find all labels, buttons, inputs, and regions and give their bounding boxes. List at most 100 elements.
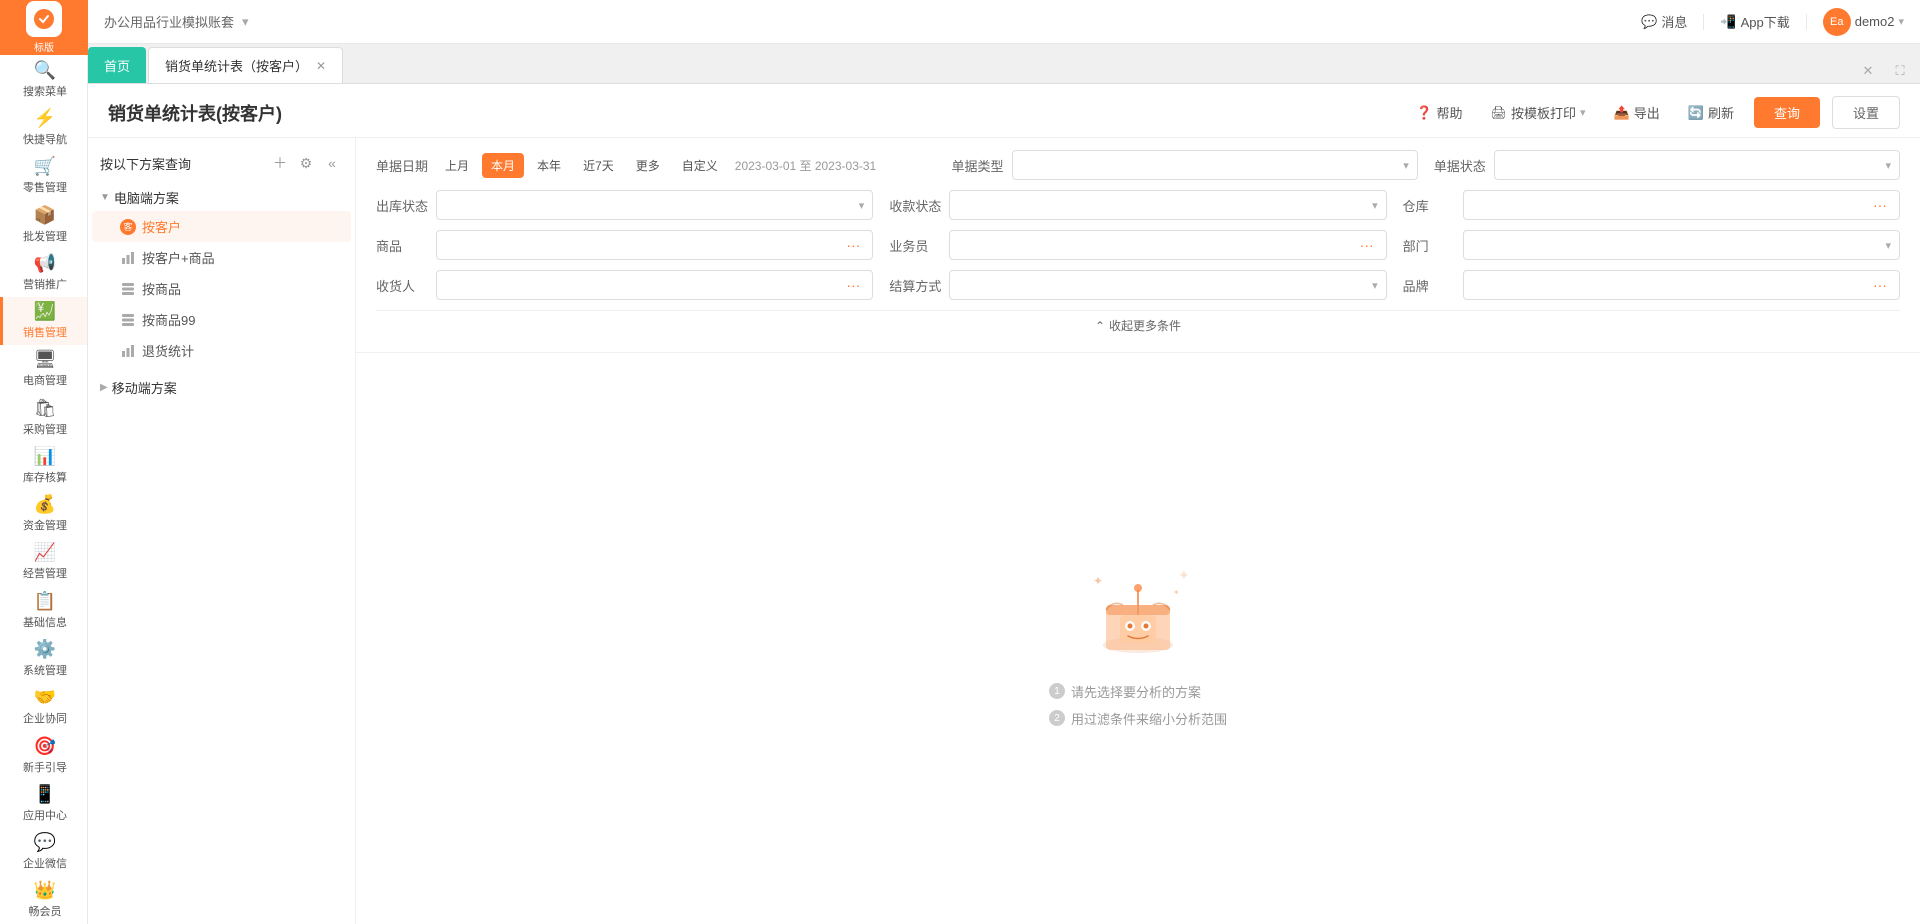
collapse-panel-btn[interactable]: « [321, 152, 343, 174]
filter-receipt-status: 收款状态 ▾ [889, 190, 1386, 220]
refresh-label: 刷新 [1708, 103, 1734, 122]
scheme-group-mobile-title[interactable]: ▶ 移动端方案 [88, 374, 355, 401]
receiver-input[interactable]: ··· [436, 270, 873, 300]
scheme-label-by-customer-goods: 按客户+商品 [142, 248, 215, 267]
goods-input[interactable]: ··· [436, 230, 873, 260]
sidebar-item-basic[interactable]: 📋 基础信息 [0, 586, 87, 634]
sidebar-item-purchase[interactable]: 🛍 采购管理 [0, 393, 87, 441]
sidebar-item-corp[interactable]: 🤝 企业协同 [0, 683, 87, 731]
svg-text:✦: ✦ [1173, 588, 1180, 597]
scheme-item-return-stats[interactable]: 退货统计 [92, 335, 351, 366]
filter-status: 单据状态 ▾ [1434, 150, 1900, 180]
top-header: 办公用品行业模拟账套 ▾ 💬 消息 📲 App下载 Ea demo2 ▾ [88, 0, 1920, 44]
download-label: App下载 [1741, 12, 1790, 31]
status-label: 单据状态 [1434, 156, 1486, 175]
message-btn[interactable]: 💬 消息 [1641, 12, 1687, 31]
out-status-select[interactable]: ▾ [436, 190, 873, 220]
tab-home[interactable]: 首页 [88, 47, 146, 83]
settlement-label: 结算方式 [889, 276, 941, 295]
filter-row-2: 出库状态 ▾ 收款状态 ▾ 仓库 [376, 190, 1900, 220]
page-header: 销货单统计表(按客户) ❓ 帮助 🖨 按模板打印 ▾ 📤 导出 🔄 刷新 [88, 84, 1920, 138]
help-btn[interactable]: ❓ 帮助 [1408, 99, 1470, 126]
filter-area: 单据日期 上月 本月 本年 近7天 更多 自定义 2023-03-01 至 20… [356, 138, 1920, 353]
corp-wechat-icon: 💬 [34, 832, 56, 853]
settlement-select[interactable]: ▾ [949, 270, 1386, 300]
print-btn[interactable]: 🖨 按模板打印 ▾ [1483, 99, 1594, 126]
refresh-btn[interactable]: 🔄 刷新 [1680, 99, 1742, 126]
sidebar-item-search[interactable]: 🔍 搜索菜单 [0, 55, 87, 103]
tip-text-1: 请先选择要分析的方案 [1071, 682, 1201, 701]
logo-area: 标版 [0, 0, 88, 55]
sidebar-item-marketing[interactable]: 📢 营销推广 [0, 248, 87, 296]
sidebar-item-newbie[interactable]: 🎯 新手引导 [0, 731, 87, 779]
sidebar-item-retail[interactable]: 🛒 零售管理 [0, 152, 87, 200]
dept-label: 部门 [1403, 236, 1455, 255]
scheme-item-by-customer-goods[interactable]: 按客户+商品 [92, 242, 351, 273]
tab-expand[interactable]: ⛶ [1888, 59, 1912, 83]
newbie-icon: 🎯 [34, 736, 56, 757]
download-btn[interactable]: 📲 App下载 [1720, 12, 1789, 31]
sidebar-item-apps[interactable]: 📱 应用中心 [0, 779, 87, 827]
query-btn[interactable]: 查询 [1754, 97, 1820, 128]
scheme-item-by-goods-99[interactable]: 按商品99 [92, 304, 351, 335]
dept-select[interactable]: ▾ [1463, 230, 1900, 260]
status-select[interactable]: ▾ [1494, 150, 1900, 180]
date-btn-this-month[interactable]: 本月 [482, 153, 524, 178]
divider-2 [1806, 14, 1807, 30]
body-layout: 按以下方案查询 ＋ ⚙ « ▼ 电脑端方案 客 [88, 138, 1920, 924]
date-btn-7days[interactable]: 近7天 [574, 153, 623, 178]
tab-close-btn[interactable]: ✕ [316, 59, 326, 73]
sidebar-item-finance[interactable]: 💰 资金管理 [0, 490, 87, 538]
group-expand-arrow: ▼ [100, 192, 110, 203]
filter-settlement: 结算方式 ▾ [889, 270, 1386, 300]
scheme-group-desktop-title[interactable]: ▼ 电脑端方案 [88, 184, 355, 211]
sidebar-label-inventory: 库存核算 [23, 469, 67, 485]
add-scheme-btn[interactable]: ＋ [269, 152, 291, 174]
sidebar-item-ecommerce[interactable]: 🖥 电商管理 [0, 345, 87, 393]
sidebar-item-ops[interactable]: 📈 经营管理 [0, 538, 87, 586]
scheme-item-by-customer[interactable]: 客 按客户 [92, 211, 351, 242]
sidebar-item-wholesale[interactable]: 📦 批发管理 [0, 200, 87, 248]
filter-goods: 商品 ··· [376, 230, 873, 260]
date-btn-last-month[interactable]: 上月 [436, 153, 478, 178]
sidebar-item-corp-wechat[interactable]: 💬 企业微信 [0, 827, 87, 875]
tab-window-close[interactable]: ✕ [1856, 59, 1880, 83]
page-title: 销货单统计表(按客户) [108, 100, 282, 126]
sidebar-label-apps: 应用中心 [23, 807, 67, 823]
filter-out-status: 出库状态 ▾ [376, 190, 873, 220]
group-desktop-label: 电脑端方案 [114, 188, 179, 207]
scheme-item-by-goods[interactable]: 按商品 [92, 273, 351, 304]
print-label: 按模板打印 [1511, 103, 1576, 122]
header-right: 💬 消息 📲 App下载 Ea demo2 ▾ [1641, 8, 1904, 36]
export-btn[interactable]: 📤 导出 [1606, 99, 1668, 126]
sidebar-label-ops: 经营管理 [23, 565, 67, 581]
search-icon: 🔍 [34, 60, 56, 81]
type-select[interactable]: ▾ [1012, 150, 1418, 180]
sidebar-item-inventory[interactable]: 📊 库存核算 [0, 441, 87, 489]
salesperson-input[interactable]: ··· [949, 230, 1386, 260]
status-chevron-icon: ▾ [1885, 159, 1891, 172]
sidebar-item-members[interactable]: 👑 畅会员 [0, 876, 87, 924]
settings-scheme-btn[interactable]: ⚙ [295, 152, 317, 174]
sidebar-item-quick-nav[interactable]: ⚡ 快捷导航 [0, 103, 87, 151]
filter-salesperson: 业务员 ··· [889, 230, 1386, 260]
date-btn-custom[interactable]: 自定义 [673, 153, 727, 178]
collapse-filters-btn[interactable]: ⌃ 收起更多条件 [376, 310, 1900, 340]
page-actions: ❓ 帮助 🖨 按模板打印 ▾ 📤 导出 🔄 刷新 查询 设置 [1408, 96, 1900, 129]
date-btn-this-year[interactable]: 本年 [528, 153, 570, 178]
sidebar-label-wholesale: 批发管理 [23, 228, 67, 244]
sidebar-item-sales[interactable]: 💹 销售管理 [0, 297, 87, 345]
return-stats-icon [120, 343, 136, 359]
sidebar-item-system[interactable]: ⚙️ 系统管理 [0, 634, 87, 682]
date-btn-more[interactable]: 更多 [627, 153, 669, 178]
sidebar-label-finance: 资金管理 [23, 517, 67, 533]
receipt-status-select[interactable]: ▾ [949, 190, 1386, 220]
tip-text-2: 用过滤条件来缩小分析范围 [1071, 709, 1227, 728]
user-area[interactable]: Ea demo2 ▾ [1823, 8, 1904, 36]
settings-btn[interactable]: 设置 [1832, 96, 1900, 129]
sidebar-label-quick-nav: 快捷导航 [23, 131, 67, 147]
tab-sales-stat[interactable]: 销货单统计表（按客户） ✕ [148, 47, 343, 83]
brand-input[interactable]: ··· [1463, 270, 1900, 300]
dropdown-icon[interactable]: ▾ [242, 14, 249, 30]
warehouse-input[interactable]: ··· [1463, 190, 1900, 220]
